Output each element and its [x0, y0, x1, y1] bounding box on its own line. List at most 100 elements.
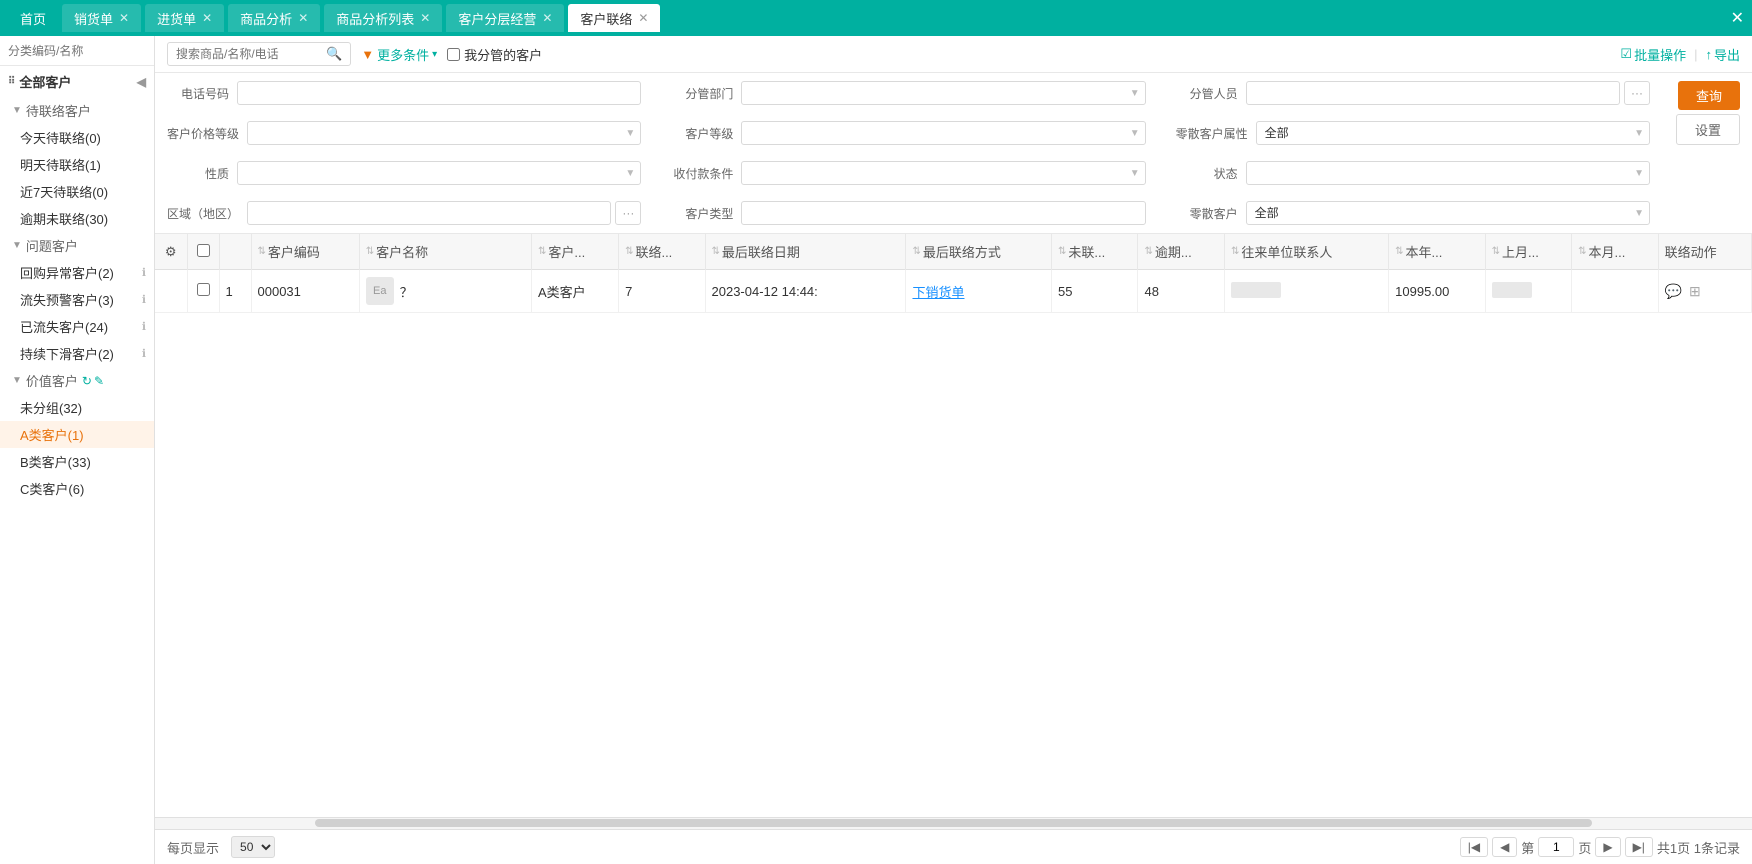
sidebar-item-ungroup[interactable]: 未分组(32)	[0, 394, 154, 421]
col-overdue[interactable]: ⇅ 逾期...	[1138, 234, 1224, 270]
close-customer-seg-tab[interactable]: ✕	[542, 11, 552, 25]
nav-tab-purchase[interactable]: 进货单 ✕	[145, 4, 224, 32]
first-page-btn[interactable]: |◀	[1460, 837, 1488, 857]
sidebar-item-abnormal-repurchase[interactable]: 回购异常客户(2) ℹ	[0, 259, 154, 286]
sidebar-item-lost[interactable]: 已流失客户(24) ℹ	[0, 313, 154, 340]
person-input[interactable]	[1246, 81, 1620, 105]
payment-select[interactable]	[741, 161, 1145, 185]
select-all-checkbox[interactable]	[197, 244, 210, 257]
col-this-month[interactable]: ⇅ 本月...	[1572, 234, 1658, 270]
filter-bar: 🔍 ▼ 更多条件 ▾ 我分管的客户 ☑ 批量操作 | ↑ 导出	[155, 36, 1752, 73]
price-level-wrap: ▼	[247, 121, 641, 145]
close-sales-tab[interactable]: ✕	[119, 11, 129, 25]
cell-last-date: 2023-04-12 14:44:	[705, 270, 906, 313]
filter-cell-phone: 电话号码	[167, 81, 641, 105]
cell-last-method[interactable]: 下销货单	[906, 270, 1052, 313]
sidebar-item-today-contact[interactable]: 今天待联络(0)	[0, 124, 154, 151]
sidebar-item-loss-warning[interactable]: 流失预警客户(3) ℹ	[0, 286, 154, 313]
phone-input[interactable]	[237, 81, 641, 105]
more-filter-btn[interactable]: ▼ 更多条件 ▾	[361, 45, 437, 64]
top-nav-close-icon[interactable]: ✕	[1731, 8, 1744, 28]
col-this-year[interactable]: ⇅ 本年...	[1389, 234, 1486, 270]
cell-name: Ea ？	[359, 270, 531, 313]
payment-wrap: ▼	[741, 161, 1145, 185]
sidebar-search-input[interactable]	[8, 44, 155, 58]
sidebar-item-c-class[interactable]: C类客户(6)	[0, 475, 154, 502]
sidebar-item-b-class[interactable]: B类客户(33)	[0, 448, 154, 475]
col-type[interactable]: ⇅ 客户...	[531, 234, 618, 270]
problem-customers-group[interactable]: ▼ 问题客户	[0, 232, 154, 259]
col-no-contact[interactable]: ⇅ 未联...	[1052, 234, 1138, 270]
sidebar-item-tomorrow-contact[interactable]: 明天待联络(1)	[0, 151, 154, 178]
pending-contact-group[interactable]: ▼ 待联络客户	[0, 97, 154, 124]
row-checkbox[interactable]	[197, 283, 210, 296]
nav-tab-analysis[interactable]: 商品分析 ✕	[228, 4, 320, 32]
refresh-icon[interactable]: ↻	[82, 374, 92, 388]
retail-attr-select[interactable]: 全部	[1256, 121, 1650, 145]
status-select[interactable]	[1246, 161, 1650, 185]
sidebar-item-a-class[interactable]: A类客户(1)	[0, 421, 154, 448]
edit-value-icon[interactable]: ✎	[94, 374, 104, 388]
table-row: 1 000031 Ea ？ A类客户 7 2023-04-12 14:44:	[155, 270, 1752, 313]
collapse-icon[interactable]: ◀	[137, 75, 146, 89]
close-purchase-tab[interactable]: ✕	[202, 11, 212, 25]
col-settings[interactable]: ⚙	[155, 234, 187, 270]
cust-level-select[interactable]	[741, 121, 1145, 145]
batch-ops-btn[interactable]: ☑ 批量操作	[1620, 45, 1686, 64]
col-last-month[interactable]: ⇅ 上月...	[1485, 234, 1571, 270]
nav-tab-home[interactable]: 首页	[8, 4, 58, 32]
cust-type-input[interactable]	[741, 201, 1145, 225]
last-month-placeholder	[1492, 282, 1532, 298]
retail-cust-select[interactable]: 全部	[1246, 201, 1650, 225]
col-no	[219, 234, 251, 270]
settings-button[interactable]: 设置	[1676, 114, 1740, 145]
col-last-contact-date[interactable]: ⇅ 最后联络日期	[705, 234, 906, 270]
chat-icon[interactable]: 💬	[1665, 283, 1682, 300]
col-code[interactable]: ⇅ 客户编码	[251, 234, 359, 270]
table-area: ⚙ ⇅ 客户编码	[155, 234, 1752, 864]
sort-icon-8: ⇅	[1144, 246, 1152, 257]
sidebar-item-declining[interactable]: 持续下滑客户(2) ℹ	[0, 340, 154, 367]
person-dots-btn[interactable]: ···	[1624, 81, 1650, 105]
nav-tab-sales[interactable]: 销货单 ✕	[62, 4, 141, 32]
last-page-btn[interactable]: ▶|	[1625, 837, 1653, 857]
settings-icon[interactable]: ⚙	[165, 244, 177, 259]
close-analysis-list-tab[interactable]: ✕	[420, 11, 430, 25]
region-dots-btn[interactable]: ···	[615, 201, 641, 225]
per-page-select[interactable]: 50	[231, 836, 275, 858]
prev-page-btn[interactable]: ◀	[1492, 837, 1517, 857]
next-page-btn[interactable]: ▶	[1595, 837, 1620, 857]
close-customer-contact-tab[interactable]: ✕	[638, 11, 648, 25]
pagination: |◀ ◀ 第 页 ▶ ▶| 共1页 1条记录	[1460, 837, 1740, 857]
horizontal-scrollbar[interactable]	[155, 817, 1752, 829]
nav-tab-analysis-list[interactable]: 商品分析列表 ✕	[324, 4, 442, 32]
col-last-contact-method[interactable]: ⇅ 最后联络方式	[906, 234, 1052, 270]
sidebar-item-7days-contact[interactable]: 近7天待联络(0)	[0, 178, 154, 205]
nav-tab-customer-seg[interactable]: 客户分层经营 ✕	[446, 4, 564, 32]
price-level-select[interactable]	[247, 121, 641, 145]
export-btn[interactable]: ↑ 导出	[1705, 45, 1740, 64]
my-customers-checkbox[interactable]: 我分管的客户	[447, 45, 542, 64]
dept-select[interactable]	[741, 81, 1145, 105]
cell-unit-contact	[1224, 270, 1388, 313]
close-analysis-tab[interactable]: ✕	[298, 11, 308, 25]
page-input[interactable]	[1538, 837, 1574, 857]
my-customers-check[interactable]	[447, 48, 460, 61]
nature-select[interactable]	[237, 161, 641, 185]
col-unit-contact[interactable]: ⇅ 往来单位联系人	[1224, 234, 1388, 270]
nav-tab-customer-contact[interactable]: 客户联络 ✕	[568, 4, 660, 32]
filter-actions: 查询 设置	[1650, 81, 1740, 225]
sidebar-item-overdue-contact[interactable]: 逾期未联络(30)	[0, 205, 154, 232]
col-name[interactable]: ⇅ 客户名称	[359, 234, 531, 270]
dept-select-wrap: ▼	[741, 81, 1145, 105]
table-wrap[interactable]: ⚙ ⇅ 客户编码	[155, 234, 1752, 817]
qr-icon[interactable]: ⊞	[1689, 283, 1701, 300]
filter-search-input[interactable]	[176, 47, 326, 61]
query-button[interactable]: 查询	[1678, 81, 1740, 110]
value-customers-group[interactable]: ▼ 价值客户 ↻ ✎	[0, 367, 154, 394]
filter-icon: ▼	[361, 47, 374, 62]
filter-search-icon[interactable]: 🔍	[326, 46, 342, 62]
col-contact-count[interactable]: ⇅ 联络...	[619, 234, 705, 270]
all-customers-header[interactable]: ⠿ 全部客户 ◀	[0, 66, 154, 97]
region-input[interactable]	[247, 201, 611, 225]
